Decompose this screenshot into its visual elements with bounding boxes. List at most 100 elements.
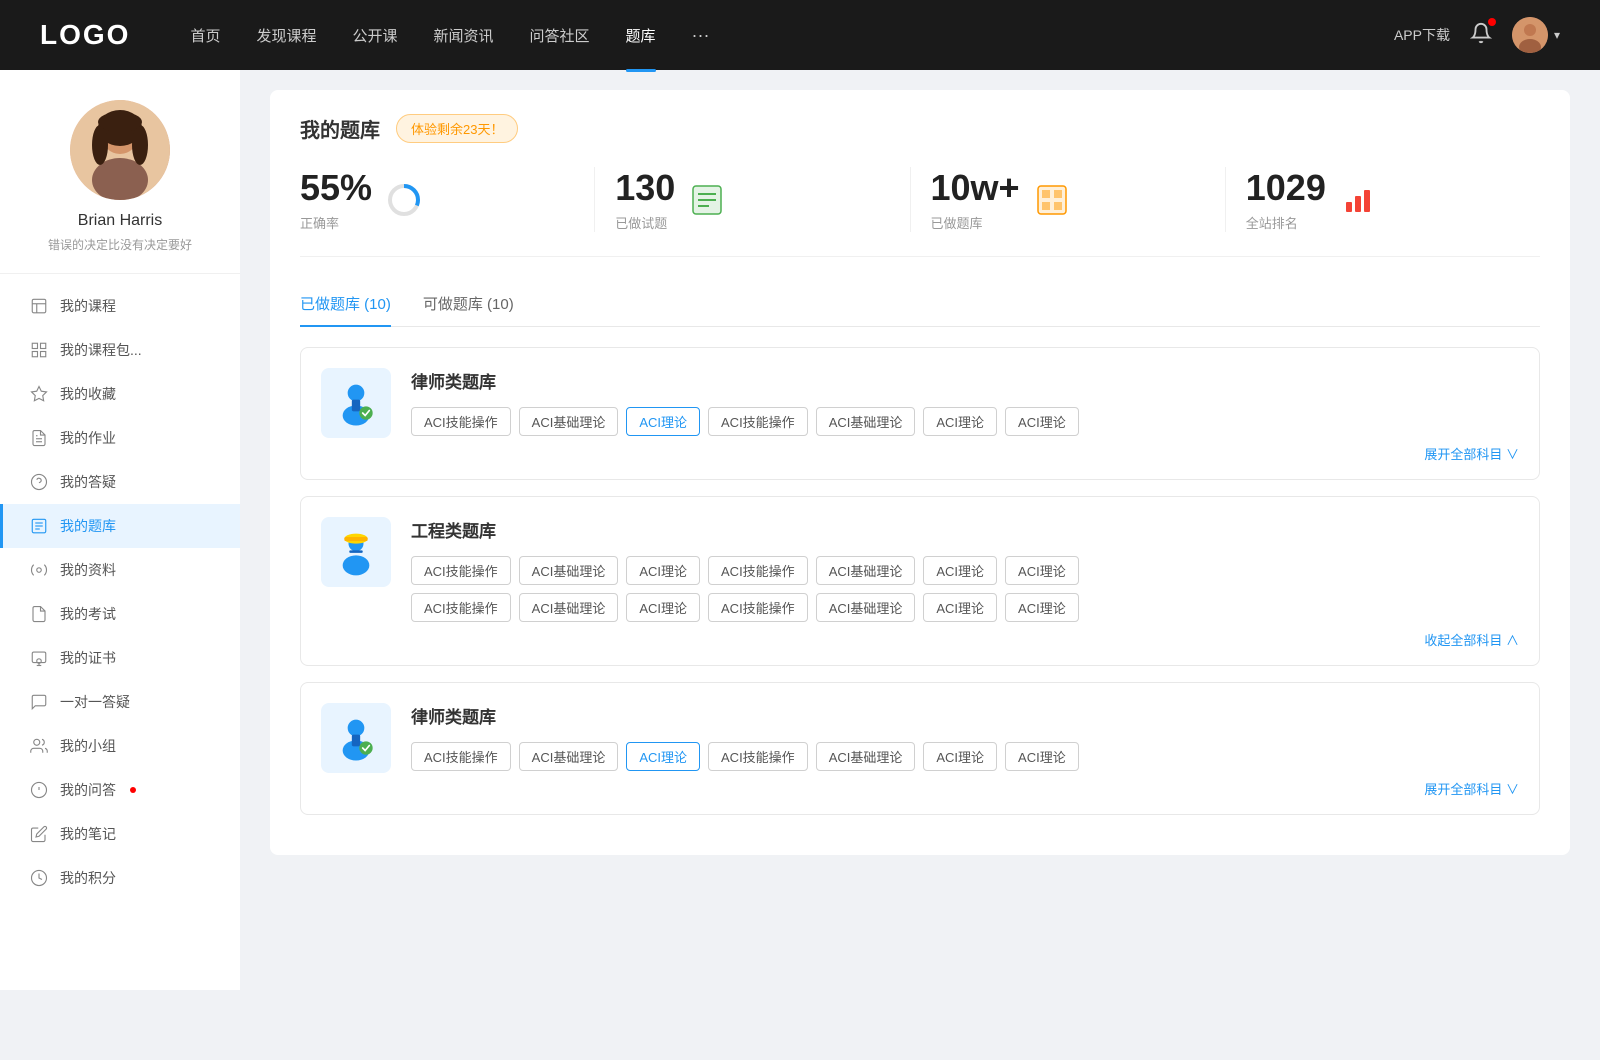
qa-red-dot xyxy=(130,787,136,793)
tag-lawyer1-1[interactable]: ACI基础理论 xyxy=(519,407,619,436)
category-body-engineer-1: 工程类题库 ACI技能操作 ACI基础理论 ACI理论 ACI技能操作 ACI基… xyxy=(411,517,1519,649)
stat-done-banks-content: 10w+ 已做题库 xyxy=(931,167,1020,232)
sidebar-item-my-data[interactable]: 我的资料 xyxy=(0,548,240,592)
sidebar-item-my-package[interactable]: 我的课程包... xyxy=(0,328,240,372)
sidebar-label-my-group: 我的小组 xyxy=(60,736,116,756)
tag-eng2-3[interactable]: ACI技能操作 xyxy=(708,593,808,622)
tag-eng1-4[interactable]: ACI基础理论 xyxy=(816,556,916,585)
sidebar-label-my-qa: 我的问答 xyxy=(60,780,116,800)
nav-home[interactable]: 首页 xyxy=(190,25,220,46)
tag-lawyer1-2[interactable]: ACI理论 xyxy=(626,407,700,436)
grid-icon xyxy=(1034,182,1070,218)
nav-news[interactable]: 新闻资讯 xyxy=(434,25,494,46)
content-card: 我的题库 体验剩余23天！ 55% 正确率 xyxy=(270,90,1570,855)
sidebar-item-my-course[interactable]: 我的课程 xyxy=(0,284,240,328)
tag-eng1-2[interactable]: ACI理论 xyxy=(626,556,700,585)
collapse-engineer-1[interactable]: 收起全部科目 ∧ xyxy=(411,630,1519,649)
tag-eng2-1[interactable]: ACI基础理论 xyxy=(519,593,619,622)
tab-available-banks[interactable]: 可做题库 (10) xyxy=(423,285,514,326)
tag-eng2-2[interactable]: ACI理论 xyxy=(626,593,700,622)
tag-lawyer1-4[interactable]: ACI基础理论 xyxy=(816,407,916,436)
header-right: APP下载 ▾ xyxy=(1394,17,1560,53)
logo: LOGO xyxy=(40,19,130,51)
sidebar-label-my-exams: 我的题库 xyxy=(60,516,116,536)
nav-discover[interactable]: 发现课程 xyxy=(256,25,316,46)
nav-open-course[interactable]: 公开课 xyxy=(352,25,397,46)
tag-lawyer2-5[interactable]: ACI理论 xyxy=(923,742,997,771)
nav-exam[interactable]: 题库 xyxy=(626,25,656,46)
tag-eng1-3[interactable]: ACI技能操作 xyxy=(708,556,808,585)
sidebar-label-my-favorites: 我的收藏 xyxy=(60,384,116,404)
stat-done-banks: 10w+ 已做题库 xyxy=(911,167,1226,232)
nav-qa[interactable]: 问答社区 xyxy=(530,25,590,46)
tag-eng2-0[interactable]: ACI技能操作 xyxy=(411,593,511,622)
stat-ranking-content: 1029 全站排名 xyxy=(1246,167,1326,232)
stats-row: 55% 正确率 130 已做试题 xyxy=(300,167,1540,257)
tag-lawyer1-5[interactable]: ACI理论 xyxy=(923,407,997,436)
stat-done-banks-label: 已做题库 xyxy=(931,213,1020,232)
tag-lawyer2-1[interactable]: ACI基础理论 xyxy=(519,742,619,771)
tag-eng1-5[interactable]: ACI理论 xyxy=(923,556,997,585)
sidebar-item-my-points[interactable]: 我的积分 xyxy=(0,856,240,900)
tags-row-engineer-1b: ACI技能操作 ACI基础理论 ACI理论 ACI技能操作 ACI基础理论 AC… xyxy=(411,593,1519,622)
tag-eng1-6[interactable]: ACI理论 xyxy=(1005,556,1079,585)
tag-lawyer1-3[interactable]: ACI技能操作 xyxy=(708,407,808,436)
sidebar-item-my-homework[interactable]: 我的作业 xyxy=(0,416,240,460)
stat-done-questions-content: 130 已做试题 xyxy=(615,167,675,232)
tag-eng2-6[interactable]: ACI理论 xyxy=(1005,593,1079,622)
sidebar-item-one-on-one[interactable]: 一对一答疑 xyxy=(0,680,240,724)
tag-lawyer2-2[interactable]: ACI理论 xyxy=(626,742,700,771)
stat-accuracy: 55% 正确率 xyxy=(300,167,595,232)
main-layout: Brian Harris 错误的决定比没有决定要好 我的课程 我的课程包... xyxy=(0,70,1600,990)
page-header: 我的题库 体验剩余23天！ xyxy=(300,114,1540,143)
sidebar-item-my-group[interactable]: 我的小组 xyxy=(0,724,240,768)
profile-avatar xyxy=(70,100,170,200)
tag-lawyer2-3[interactable]: ACI技能操作 xyxy=(708,742,808,771)
stat-accuracy-number: 55% xyxy=(300,167,372,209)
tag-lawyer2-4[interactable]: ACI基础理论 xyxy=(816,742,916,771)
tag-lawyer2-6[interactable]: ACI理论 xyxy=(1005,742,1079,771)
nav-more[interactable]: ··· xyxy=(692,25,710,46)
sidebar-label-my-homework: 我的作业 xyxy=(60,428,116,448)
notification-button[interactable] xyxy=(1470,22,1492,49)
sidebar-item-my-notes[interactable]: 我的笔记 xyxy=(0,812,240,856)
sidebar-label-my-course: 我的课程 xyxy=(60,296,116,316)
tag-lawyer2-0[interactable]: ACI技能操作 xyxy=(411,742,511,771)
tag-eng1-1[interactable]: ACI基础理论 xyxy=(519,556,619,585)
sidebar-item-my-cert[interactable]: 我的证书 xyxy=(0,636,240,680)
sidebar-item-my-exams[interactable]: 我的题库 xyxy=(0,504,240,548)
sidebar-label-my-package: 我的课程包... xyxy=(60,340,142,360)
user-avatar-button[interactable]: ▾ xyxy=(1512,17,1560,53)
sidebar-item-my-test[interactable]: 我的考试 xyxy=(0,592,240,636)
sidebar-item-my-qa[interactable]: 我的问答 xyxy=(0,768,240,812)
tag-lawyer1-6[interactable]: ACI理论 xyxy=(1005,407,1079,436)
bar-chart-icon xyxy=(1340,182,1376,218)
sidebar-label-one-on-one: 一对一答疑 xyxy=(60,692,130,712)
lawyer-icon-2 xyxy=(321,703,391,773)
tag-eng2-5[interactable]: ACI理论 xyxy=(923,593,997,622)
stat-done-questions-number: 130 xyxy=(615,167,675,209)
main-nav: 首页 发现课程 公开课 新闻资讯 问答社区 题库 ··· xyxy=(190,25,1394,46)
expand-lawyer-1[interactable]: 展开全部科目 ∨ xyxy=(411,444,1519,463)
sidebar-menu: 我的课程 我的课程包... 我的收藏 xyxy=(0,274,240,910)
profile-name: Brian Harris xyxy=(20,212,220,230)
sidebar-label-my-cert: 我的证书 xyxy=(60,648,116,668)
category-lawyer-2: 律师类题库 ACI技能操作 ACI基础理论 ACI理论 ACI技能操作 ACI基… xyxy=(300,682,1540,815)
chevron-down-icon: ▾ xyxy=(1554,28,1560,42)
app-download-button[interactable]: APP下载 xyxy=(1394,25,1450,45)
sidebar-label-my-points: 我的积分 xyxy=(60,868,116,888)
tag-eng2-4[interactable]: ACI基础理论 xyxy=(816,593,916,622)
tag-eng1-0[interactable]: ACI技能操作 xyxy=(411,556,511,585)
sidebar-item-my-favorites[interactable]: 我的收藏 xyxy=(0,372,240,416)
engineer-icon-1 xyxy=(321,517,391,587)
lawyer-icon-1 xyxy=(321,368,391,438)
category-body-lawyer-1: 律师类题库 ACI技能操作 ACI基础理论 ACI理论 ACI技能操作 ACI基… xyxy=(411,368,1519,463)
tag-lawyer1-0[interactable]: ACI技能操作 xyxy=(411,407,511,436)
sidebar-label-my-notes: 我的笔记 xyxy=(60,824,116,844)
main-content: 我的题库 体验剩余23天！ 55% 正确率 xyxy=(240,70,1600,990)
tab-done-banks[interactable]: 已做题库 (10) xyxy=(300,285,391,326)
header: LOGO 首页 发现课程 公开课 新闻资讯 问答社区 题库 ··· APP下载 xyxy=(0,0,1600,70)
expand-lawyer-2[interactable]: 展开全部科目 ∨ xyxy=(411,779,1519,798)
sidebar-item-my-questions[interactable]: 我的答疑 xyxy=(0,460,240,504)
stat-accuracy-label: 正确率 xyxy=(300,213,372,232)
